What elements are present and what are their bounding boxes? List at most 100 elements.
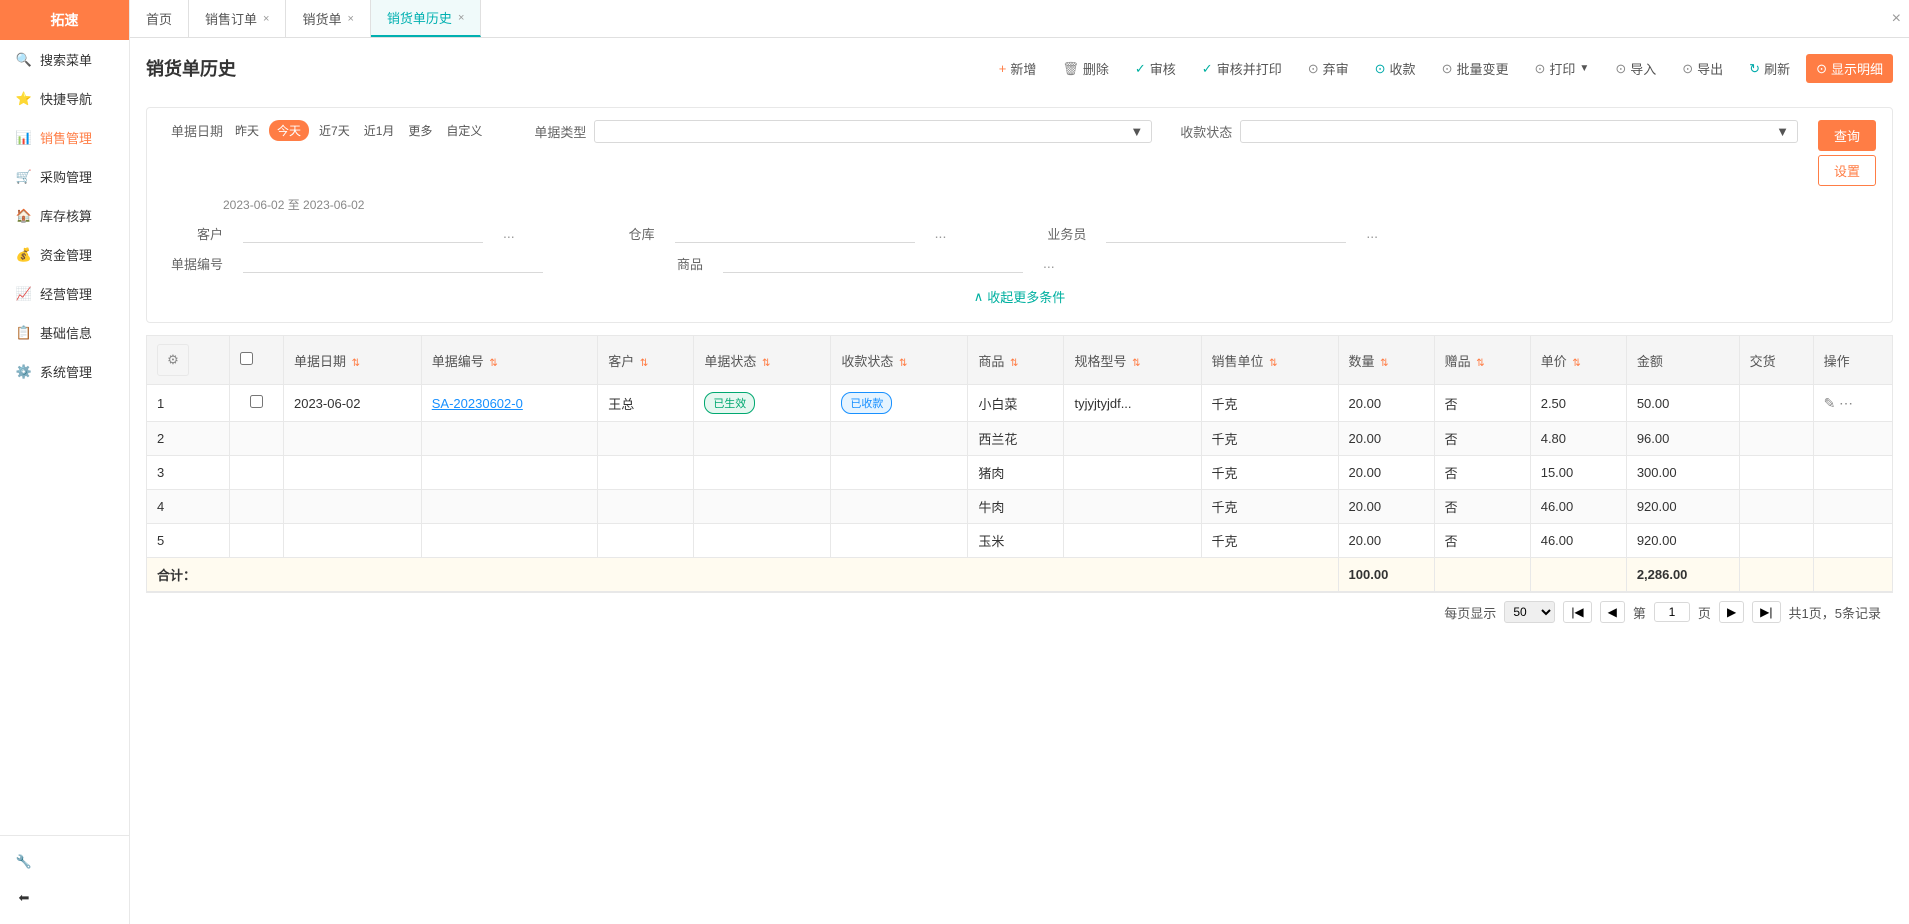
- row3-transaction: [1739, 456, 1813, 490]
- sort-qty-icon: ⇅: [1380, 358, 1388, 369]
- row5-qty: 20.00: [1338, 524, 1434, 558]
- date-shortcuts: 昨天 今天 近7天 近1月 更多 自定义: [231, 120, 486, 141]
- row1-doc-no-link[interactable]: SA-20230602-0: [432, 396, 523, 411]
- date-more[interactable]: 更多: [404, 120, 436, 141]
- tab-sales-history-label: 销货单历史: [387, 8, 452, 27]
- sidebar-item-inventory[interactable]: 🏠 库存核算: [0, 196, 129, 235]
- row1-edit-btn[interactable]: ✎: [1824, 395, 1836, 412]
- row2-amount: 96.00: [1626, 422, 1739, 456]
- product-input[interactable]: [723, 253, 1023, 273]
- first-page-btn[interactable]: |◀: [1563, 601, 1591, 623]
- new-button[interactable]: + 新增: [989, 54, 1047, 83]
- doc-type-select[interactable]: ▼: [594, 120, 1152, 143]
- sidebar-item-finance[interactable]: 💰 资金管理: [0, 235, 129, 274]
- row5-payment-status: [831, 524, 968, 558]
- close-all-icon[interactable]: ×: [1892, 10, 1901, 28]
- salesperson-input[interactable]: [1106, 223, 1346, 243]
- date-1month[interactable]: 近1月: [360, 120, 399, 141]
- sidebar-item-collapse[interactable]: ⬅: [0, 880, 129, 916]
- collapse-icon: ⬅: [16, 890, 32, 906]
- refresh-label: 刷新: [1764, 59, 1790, 78]
- sort-doc-status-icon: ⇅: [762, 358, 770, 369]
- sidebar-item-system[interactable]: ⚙️ 系统管理: [0, 352, 129, 391]
- print-button[interactable]: ⊙ 打印 ▼: [1524, 54, 1599, 83]
- sort-doc-no-icon: ⇅: [489, 358, 497, 369]
- col-doc-date[interactable]: 单据日期 ⇅: [283, 336, 421, 385]
- sidebar-item-operations[interactable]: 📈 经营管理: [0, 274, 129, 313]
- tab-sales-delivery[interactable]: 销货单 ×: [286, 0, 370, 37]
- col-product[interactable]: 商品 ⇅: [968, 336, 1064, 385]
- col-customer[interactable]: 客户 ⇅: [598, 336, 694, 385]
- table-body: 1 2023-06-02 SA-20230602-0 王总 已生效 已收款: [147, 385, 1893, 592]
- query-button[interactable]: 查询: [1818, 120, 1876, 151]
- date-custom[interactable]: 自定义: [442, 120, 486, 141]
- collect-button[interactable]: ⊙ 收款: [1365, 54, 1426, 83]
- col-spec[interactable]: 规格型号 ⇅: [1064, 336, 1201, 385]
- row1-checkbox[interactable]: [250, 395, 263, 408]
- page-input[interactable]: [1654, 602, 1690, 622]
- new-label: 新增: [1010, 59, 1036, 78]
- doc-no-input[interactable]: [243, 253, 543, 273]
- sort-doc-date-icon: ⇅: [352, 358, 360, 369]
- customer-input[interactable]: [243, 223, 483, 243]
- row1-more-btn[interactable]: ⋯: [1839, 395, 1853, 412]
- product-dots[interactable]: ...: [1043, 255, 1055, 271]
- tab-sales-order[interactable]: 销售订单 ×: [189, 0, 286, 37]
- row4-customer: [598, 490, 694, 524]
- sidebar-item-purchase[interactable]: 🛒 采购管理: [0, 157, 129, 196]
- payment-status-select[interactable]: ▼: [1240, 120, 1798, 143]
- delete-button[interactable]: 🗑 删除: [1052, 54, 1119, 83]
- sidebar-item-quicknav[interactable]: ⭐ 快捷导航: [0, 79, 129, 118]
- settings-button[interactable]: 设置: [1818, 155, 1876, 186]
- audit-print-button[interactable]: ✓ 审核并打印: [1192, 54, 1292, 83]
- date-yesterday[interactable]: 昨天: [231, 120, 263, 141]
- import-button[interactable]: ⊙ 导入: [1605, 54, 1666, 83]
- sidebar-item-basic-info[interactable]: 📋 基础信息: [0, 313, 129, 352]
- tab-sales-history[interactable]: 销货单历史 ×: [371, 0, 481, 37]
- prev-page-btn[interactable]: ◀: [1600, 601, 1625, 623]
- salesperson-dots[interactable]: ...: [1366, 225, 1378, 241]
- tab-sales-order-close[interactable]: ×: [263, 13, 269, 25]
- date-today[interactable]: 今天: [269, 120, 309, 141]
- print-dropdown-icon: ▼: [1579, 63, 1589, 74]
- data-table: ⚙ 单据日期 ⇅ 单据编号 ⇅ 客户 ⇅: [146, 335, 1893, 592]
- sidebar: 拓速 🔍 搜索菜单 ⭐ 快捷导航 📊 销售管理 🛒 采购管理 🏠 库存核算 💰 …: [0, 0, 130, 924]
- sidebar-item-label: 资金管理: [40, 245, 92, 264]
- warehouse-dots[interactable]: ...: [935, 225, 947, 241]
- tab-sales-delivery-close[interactable]: ×: [347, 13, 353, 25]
- show-details-button[interactable]: ⊙ 显示明细: [1806, 54, 1893, 83]
- col-gift[interactable]: 赠品 ⇅: [1434, 336, 1530, 385]
- col-doc-no[interactable]: 单据编号 ⇅: [421, 336, 597, 385]
- col-qty[interactable]: 数量 ⇅: [1338, 336, 1434, 385]
- col-unit[interactable]: 销售单位 ⇅: [1201, 336, 1338, 385]
- batch-change-button[interactable]: ⊙ 批量变更: [1432, 54, 1519, 83]
- row4-action: [1813, 490, 1892, 524]
- sidebar-item-label: 采购管理: [40, 167, 92, 186]
- audit-button[interactable]: ✓ 审核: [1125, 54, 1186, 83]
- collapse-button[interactable]: ∧ 收起更多条件: [163, 283, 1876, 310]
- col-price[interactable]: 单价 ⇅: [1530, 336, 1626, 385]
- col-gear[interactable]: ⚙: [147, 336, 230, 385]
- abandon-button[interactable]: ⊙ 弃审: [1298, 54, 1359, 83]
- row1-price: 2.50: [1530, 385, 1626, 422]
- tab-home[interactable]: 首页: [130, 0, 189, 37]
- last-page-btn[interactable]: ▶|: [1752, 601, 1780, 623]
- col-payment-status[interactable]: 收款状态 ⇅: [831, 336, 968, 385]
- per-page-select[interactable]: 50 100 200: [1504, 601, 1555, 623]
- table-gear-icon[interactable]: ⚙: [157, 344, 189, 376]
- warehouse-input[interactable]: [675, 223, 915, 243]
- sidebar-item-settings-bottom[interactable]: 🔧: [0, 844, 129, 880]
- date-7days[interactable]: 近7天: [315, 120, 354, 141]
- customer-dots[interactable]: ...: [503, 225, 515, 241]
- select-all-checkbox[interactable]: [240, 352, 253, 365]
- sort-customer-icon: ⇅: [640, 358, 648, 369]
- sidebar-item-sales[interactable]: 📊 销售管理: [0, 118, 129, 157]
- col-doc-status[interactable]: 单据状态 ⇅: [694, 336, 831, 385]
- refresh-button[interactable]: ↻ 刷新: [1739, 54, 1800, 83]
- next-page-btn[interactable]: ▶: [1719, 601, 1744, 623]
- tab-sales-history-close[interactable]: ×: [458, 12, 464, 24]
- sidebar-item-search[interactable]: 🔍 搜索菜单: [0, 40, 129, 79]
- collapse-label: 收起更多条件: [987, 287, 1065, 306]
- row4-doc-no: [421, 490, 597, 524]
- export-button[interactable]: ⊙ 导出: [1672, 54, 1733, 83]
